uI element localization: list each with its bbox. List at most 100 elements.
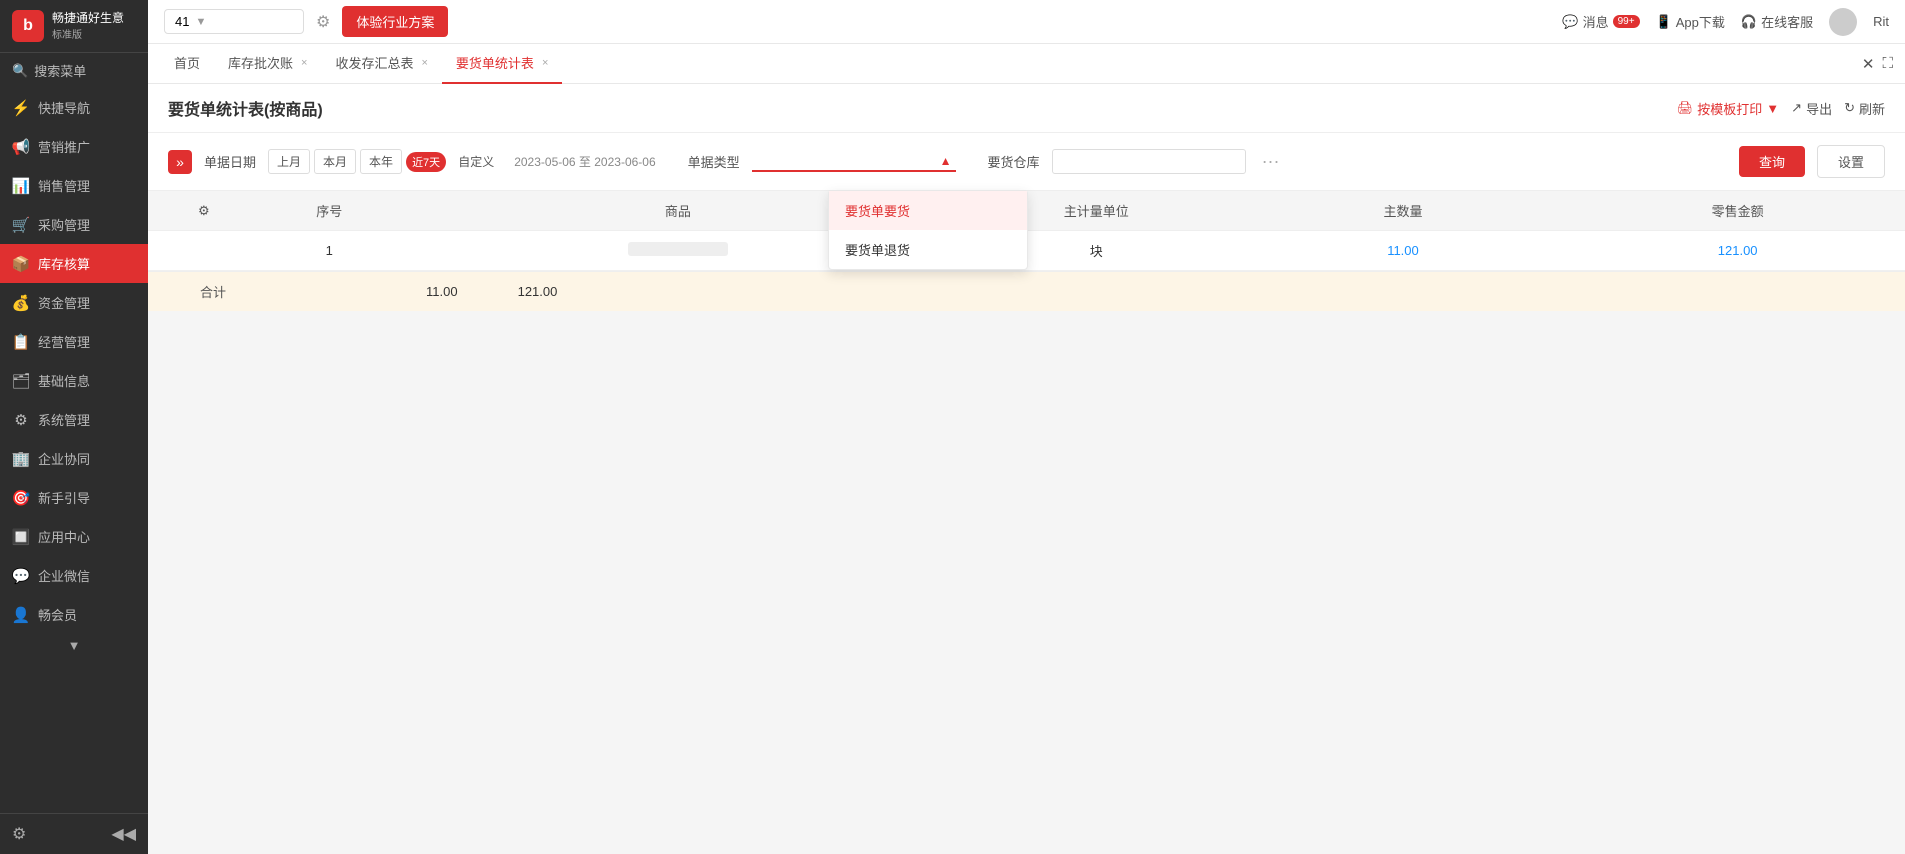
type-dropdown: 要货单要货 要货单退货 [828, 190, 1028, 270]
template-print-btn[interactable]: 🖨 按模板打印 ▼ [1677, 99, 1779, 118]
date-label: 单据日期 [204, 152, 256, 171]
app-download-btn[interactable]: 📱 App下载 [1656, 12, 1725, 31]
sidebar-item-marketing[interactable]: 📢 营销推广 [0, 127, 148, 166]
tab-receivable-summary[interactable]: 收发存汇总表 × [321, 44, 441, 84]
row-qty: 11.00 [1236, 231, 1571, 271]
finance-icon: 💰 [12, 294, 30, 312]
table-settings-icon[interactable]: ⚙ [198, 203, 210, 218]
page-header: 要货单统计表(按商品) 🖨 按模板打印 ▼ ↗ 导出 ↻ 刷新 [148, 84, 1905, 133]
row-amount: 121.00 [1570, 231, 1905, 271]
messages-btn[interactable]: 💬 消息 99+ [1562, 12, 1639, 31]
filter-date-btns: 上月 本月 本年 近7天 自定义 [268, 149, 502, 174]
tabbar: 首页 库存批次账 × 收发存汇总表 × 要货单统计表 × ✕ ⛶ [148, 44, 1905, 84]
avatar[interactable] [1829, 8, 1857, 36]
logo-icon: b [12, 10, 44, 42]
type-arrow-up-icon[interactable]: ▲ [940, 154, 952, 168]
more-filters-btn[interactable]: ··· [1262, 151, 1280, 172]
message-icon: 💬 [1562, 14, 1578, 30]
topbar-right: 💬 消息 99+ 📱 App下载 🎧 在线客服 Rit [1562, 8, 1889, 36]
col-amount: 零售金额 [1570, 191, 1905, 231]
dropdown-item-order-return[interactable]: 要货单退货 [829, 230, 1027, 269]
filter-date-range: 2023-05-06 至 2023-06-06 [514, 153, 655, 170]
qty-link[interactable]: 11.00 [1387, 243, 1419, 258]
page-header-actions: 🖨 按模板打印 ▼ ↗ 导出 ↻ 刷新 [1677, 99, 1885, 130]
sidebar-item-inventory[interactable]: 📦 库存核算 [0, 244, 148, 283]
online-service-btn[interactable]: 🎧 在线客服 [1741, 12, 1813, 31]
date-btn-this-year[interactable]: 本年 [360, 149, 402, 174]
marketing-icon: 📢 [12, 138, 30, 156]
date-btn-custom[interactable]: 自定义 [450, 150, 502, 173]
member-icon: 👤 [12, 606, 30, 624]
type-select-input[interactable] [756, 153, 936, 168]
table-footer: 合计 11.00 121.00 [148, 271, 1905, 311]
sidebar-item-purchase[interactable]: 🛒 采购管理 [0, 205, 148, 244]
trial-btn[interactable]: 体验行业方案 [342, 6, 448, 37]
sidebar-item-system[interactable]: ⚙ 系统管理 [0, 400, 148, 439]
sidebar-scroll-down[interactable]: ▼ [0, 634, 148, 657]
enterprise-icon: 🏢 [12, 450, 30, 468]
dropdown-item-order-request[interactable]: 要货单要货 [829, 191, 1027, 230]
sidebar-item-finance[interactable]: 💰 资金管理 [0, 283, 148, 322]
messages-badge: 99+ [1613, 15, 1640, 28]
service-icon: 🎧 [1741, 14, 1757, 30]
col-qty: 主数量 [1236, 191, 1571, 231]
search-btn[interactable]: 查询 [1739, 146, 1805, 177]
amount-link[interactable]: 121.00 [1718, 243, 1758, 258]
sidebar-item-operation[interactable]: 📋 经营管理 [0, 322, 148, 361]
app-icon: 📱 [1656, 14, 1672, 30]
tab-close-all-icon[interactable]: ✕ [1862, 55, 1875, 73]
sidebar-logo: b 畅捷通好生意 标准版 [0, 0, 148, 53]
tab-close-order-stats[interactable]: × [542, 57, 548, 69]
type-select-wrap[interactable]: ▲ [752, 151, 956, 172]
sales-icon: 📊 [12, 177, 30, 195]
warehouse-input[interactable] [1052, 149, 1246, 174]
sidebar-collapse-icon[interactable]: ◀◀ [111, 824, 136, 844]
type-label: 单据类型 [688, 152, 740, 171]
sidebar-item-sales[interactable]: 📊 销售管理 [0, 166, 148, 205]
footer-qty: 11.00 [426, 284, 458, 299]
sidebar-item-wechat[interactable]: 💬 企业微信 [0, 556, 148, 595]
col-setting[interactable]: ⚙ [148, 191, 260, 231]
footer-label: 合计 [200, 282, 226, 301]
print-icon: 🖨 [1677, 100, 1694, 116]
search-icon: 🔍 [12, 63, 28, 79]
tab-close-inventory-batch[interactable]: × [301, 57, 307, 69]
sidebar-item-guide[interactable]: 🎯 新手引导 [0, 478, 148, 517]
sidebar-item-quick-nav[interactable]: ⚡ 快捷导航 [0, 88, 148, 127]
refresh-btn[interactable]: ↻ 刷新 [1844, 99, 1885, 118]
warehouse-label: 要货仓库 [988, 152, 1040, 171]
filter-bar: » 单据日期 上月 本月 本年 近7天 自定义 2023-05-06 至 202… [148, 133, 1905, 191]
export-btn[interactable]: ↗ 导出 [1791, 99, 1832, 118]
logo-text: 畅捷通好生意 标准版 [52, 11, 124, 42]
tab-close-receivable-summary[interactable]: × [421, 57, 427, 69]
row-setting [148, 231, 260, 271]
date-badge-7days[interactable]: 近7天 [406, 152, 446, 172]
date-btn-this-month[interactable]: 本月 [314, 149, 356, 174]
sidebar-item-member[interactable]: 👤 畅会员 [0, 595, 148, 634]
topbar: 41 ▼ ⚙ 体验行业方案 💬 消息 99+ 📱 App下载 🎧 在线客服 Ri… [148, 0, 1905, 44]
filter-toggle-btn[interactable]: » [168, 150, 192, 174]
sidebar-item-appstore[interactable]: 🔲 应用中心 [0, 517, 148, 556]
tab-inventory-batch[interactable]: 库存批次账 × [214, 44, 321, 84]
sidebar-item-enterprise[interactable]: 🏢 企业协同 [0, 439, 148, 478]
sidebar-footer: ⚙ ◀◀ [0, 813, 148, 854]
tab-home[interactable]: 首页 [160, 44, 214, 84]
company-selector-value: 41 [175, 14, 189, 29]
tab-order-stats[interactable]: 要货单统计表 × [442, 44, 562, 84]
sidebar-search[interactable]: 🔍 搜索菜单 [0, 53, 148, 88]
settings-btn[interactable]: 设置 [1817, 145, 1885, 178]
company-selector[interactable]: 41 ▼ [164, 9, 304, 34]
gear-icon[interactable]: ⚙ [316, 12, 330, 32]
template-chevron-icon: ▼ [1766, 101, 1779, 116]
quick-nav-icon: ⚡ [12, 99, 30, 117]
sidebar-settings-icon[interactable]: ⚙ [12, 824, 26, 844]
inventory-icon: 📦 [12, 255, 30, 273]
tab-maximize-icon[interactable]: ⛶ [1882, 55, 1893, 72]
guide-icon: 🎯 [12, 489, 30, 507]
sidebar-item-basic[interactable]: 🗂 基础信息 [0, 361, 148, 400]
chevron-down-icon: ▼ [195, 16, 206, 28]
username-label: Rit [1873, 14, 1889, 29]
tab-expand: ✕ ⛶ [1862, 55, 1893, 73]
row-no: 1 [260, 231, 399, 271]
date-btn-last-month[interactable]: 上月 [268, 149, 310, 174]
